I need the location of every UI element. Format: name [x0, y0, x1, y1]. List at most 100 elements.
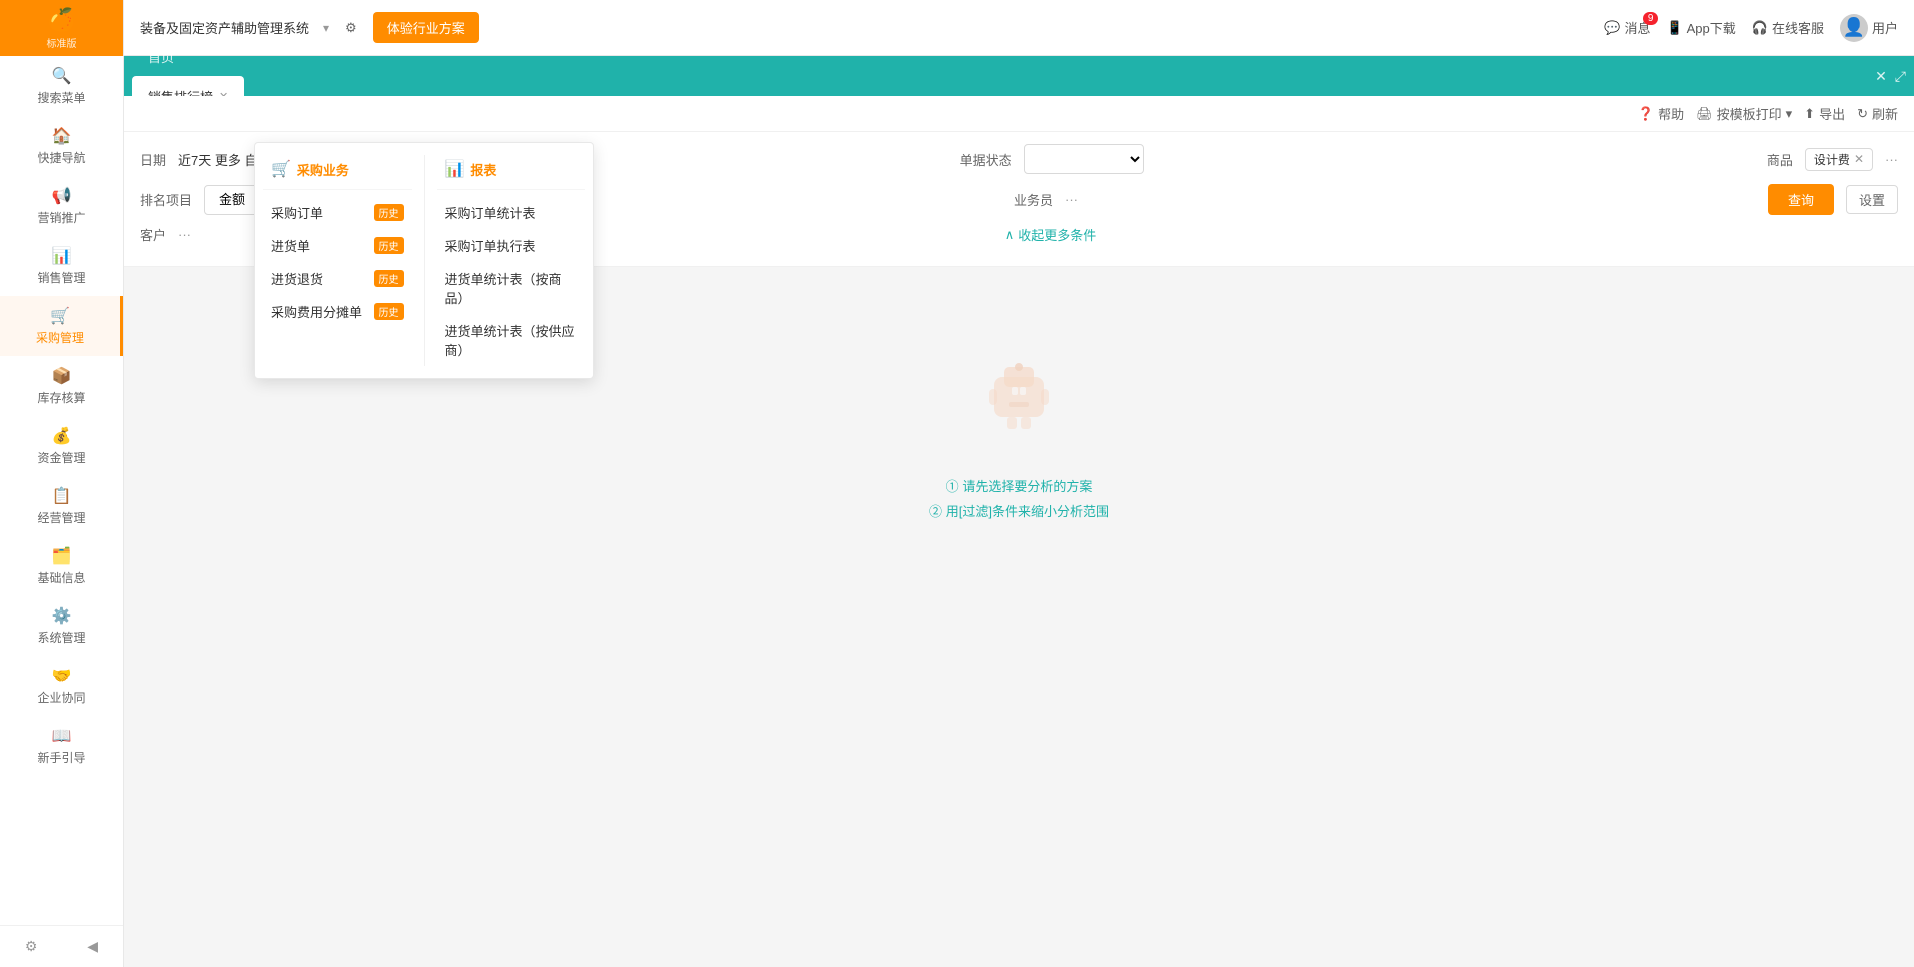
online-service-label: 在线客服 [1772, 18, 1824, 37]
purchase-menu-item[interactable]: 采购费用分摊单 历史 [263, 295, 412, 328]
refresh-btn[interactable]: ↻ 刷新 [1857, 104, 1898, 123]
sidebar-item-sales[interactable]: 📊 销售管理 [0, 236, 123, 296]
sidebar: 🍊 标准版 🔍 搜索菜单 🏠 快捷导航 📢 营销推广 📊 销售管理 🛒 采购管理… [0, 0, 124, 967]
purchase-menu-item[interactable]: 进货退货 历史 [263, 262, 412, 295]
topbar-dropdown-icon[interactable]: ▾ [323, 21, 329, 35]
tab-home[interactable]: 首页 [132, 36, 244, 76]
toolbar: ❓ 帮助 🖨 按模板打印 ▾ ⬆ 导出 ↻ 刷新 [124, 96, 1914, 132]
sidebar-purchase-icon: 🛒 [50, 306, 70, 326]
order-status-select[interactable] [1024, 144, 1144, 174]
tab-maximize-btn[interactable]: ⤢ [1895, 68, 1906, 85]
content-area: ❓ 帮助 🖨 按模板打印 ▾ ⬆ 导出 ↻ 刷新 [124, 96, 1914, 967]
customer-more-icon[interactable]: ··· [178, 227, 191, 242]
phone-icon: 📱 [1666, 20, 1682, 36]
help-icon: ❓ [1638, 106, 1654, 122]
sidebar-inventory-label: 库存核算 [37, 389, 85, 406]
sidebar-enterprise-icon: 🤝 [52, 666, 72, 686]
sidebar-item-inventory[interactable]: 📦 库存核算 [0, 356, 123, 416]
sidebar-collapse-btn[interactable]: ◀ [87, 938, 98, 955]
sidebar-item-finance[interactable]: 💰 资金管理 [0, 416, 123, 476]
sidebar-purchase-label: 采购管理 [36, 329, 84, 346]
goods-tag: 设计费 ✕ [1805, 148, 1873, 171]
sidebar-basic-label: 基础信息 [37, 569, 85, 586]
report-col-label: 报表 [470, 160, 496, 179]
topbar-settings-icon[interactable]: ⚙ [345, 20, 357, 36]
logo-icon: 🍊 [48, 7, 75, 33]
goods-more-icon[interactable]: ··· [1885, 152, 1898, 167]
purchase-col-icon: 🛒 [271, 159, 291, 179]
tip1-num: ① [946, 479, 959, 494]
menu-item-label: 进货退货 [271, 269, 368, 288]
settings-btn[interactable]: 设置 [1846, 185, 1898, 214]
purchase-menu-item[interactable]: 采购订单 历史 [263, 196, 412, 229]
sidebar-item-search[interactable]: 🔍 搜索菜单 [0, 56, 123, 116]
menu-divider [424, 155, 425, 366]
sidebar-quick_nav-icon: 🏠 [52, 126, 72, 146]
print-btn[interactable]: 🖨 按模板打印 ▾ [1696, 104, 1792, 123]
app-download-label: App下载 [1687, 18, 1736, 37]
user-avatar-btn[interactable]: 👤 用户 [1840, 14, 1898, 42]
sidebar-marketing-icon: 📢 [52, 186, 72, 206]
menu-item-label: 采购订单 [271, 203, 368, 222]
sidebar-ops-icon: 📋 [52, 486, 72, 506]
tab-bar: 首页销售排行榜✕ ✕ ⤢ [124, 56, 1914, 96]
sidebar-inventory-icon: 📦 [52, 366, 72, 386]
export-label: 导出 [1819, 104, 1845, 123]
sidebar-settings-btn[interactable]: ⚙ [25, 938, 38, 955]
query-btn[interactable]: 查询 [1768, 184, 1834, 215]
app-download-btn[interactable]: 📱 App下载 [1666, 18, 1735, 37]
purchase-col: 🛒 采购业务 采购订单 历史 进货单 历史 进货退货 历史 采购费用分摊单 历史 [255, 155, 420, 366]
top-bar: 装备及固定资产辅助管理系统 ▾ ⚙ 体验行业方案 💬 消息 9 📱 App下载 … [124, 0, 1914, 56]
sidebar-item-purchase[interactable]: 🛒 采购管理 [0, 296, 123, 356]
sidebar-item-system[interactable]: ⚙️ 系统管理 [0, 596, 123, 656]
empty-illustration [974, 347, 1064, 456]
menu-item-label: 采购费用分摊单 [271, 302, 368, 321]
menu-item-label: 采购订单统计表 [445, 203, 578, 222]
logo-text: 标准版 [47, 35, 77, 50]
tip1-text: 请先选择要分析的方案 [962, 479, 1092, 494]
goods-tag-text: 设计费 [1814, 151, 1850, 168]
sidebar-finance-icon: 💰 [52, 426, 72, 446]
report-menu-item[interactable]: 进货单统计表（按供应商） [437, 314, 586, 366]
sidebar-item-ops[interactable]: 📋 经营管理 [0, 476, 123, 536]
online-service-btn[interactable]: 🎧 在线客服 [1752, 18, 1824, 37]
history-badge: 历史 [374, 237, 404, 254]
salesperson-more-icon[interactable]: ··· [1065, 192, 1078, 207]
goods-label: 商品 [1767, 150, 1793, 169]
sidebar-item-guide[interactable]: 📖 新手引导 [0, 716, 123, 776]
sidebar-item-quick_nav[interactable]: 🏠 快捷导航 [0, 116, 123, 176]
order-status-label: 单据状态 [960, 150, 1012, 169]
sidebar-enterprise-label: 企业协同 [37, 689, 85, 706]
report-col-icon: 📊 [445, 159, 465, 179]
sidebar-logo: 🍊 标准版 [0, 0, 123, 56]
collapse-label: 收起更多条件 [1018, 225, 1096, 244]
message-badge: 9 [1643, 12, 1659, 25]
report-menu-item[interactable]: 进货单统计表（按商品） [437, 262, 586, 314]
collapse-btn[interactable]: ∧ 收起更多条件 [1005, 225, 1097, 244]
sidebar-system-icon: ⚙️ [52, 606, 72, 626]
help-btn[interactable]: ❓ 帮助 [1638, 104, 1684, 123]
tab-close-btn[interactable]: ✕ [1875, 68, 1887, 85]
sidebar-item-enterprise[interactable]: 🤝 企业协同 [0, 656, 123, 716]
sidebar-item-marketing[interactable]: 📢 营销推广 [0, 176, 123, 236]
refresh-icon: ↻ [1857, 106, 1868, 122]
sidebar-item-basic[interactable]: 🗂️ 基础信息 [0, 536, 123, 596]
rank-item-label: 排名项目 [140, 190, 192, 209]
print-dropdown-icon[interactable]: ▾ [1786, 106, 1793, 122]
report-menu-item[interactable]: 采购订单执行表 [437, 229, 586, 262]
report-menu-item[interactable]: 采购订单统计表 [437, 196, 586, 229]
report-col: 📊 报表 采购订单统计表 采购订单执行表 进货单统计表（按商品） 进货单统计表（… [429, 155, 594, 366]
message-btn[interactable]: 💬 消息 9 [1604, 18, 1650, 37]
purchase-menu-item[interactable]: 进货单 历史 [263, 229, 412, 262]
sidebar-search-icon: 🔍 [52, 66, 72, 86]
goods-tag-close[interactable]: ✕ [1854, 152, 1864, 166]
collapse-icon: ∧ [1005, 227, 1015, 243]
user-label: 用户 [1872, 18, 1898, 37]
industry-btn[interactable]: 体验行业方案 [373, 12, 479, 43]
refresh-label: 刷新 [1872, 104, 1898, 123]
date-filter-label: 日期 [140, 150, 166, 169]
tip2-text: 用[过滤]条件来缩小分析范围 [946, 504, 1109, 519]
history-badge: 历史 [374, 204, 404, 221]
export-btn[interactable]: ⬆ 导出 [1804, 104, 1845, 123]
salesperson-label: 业务员 [1014, 190, 1053, 209]
